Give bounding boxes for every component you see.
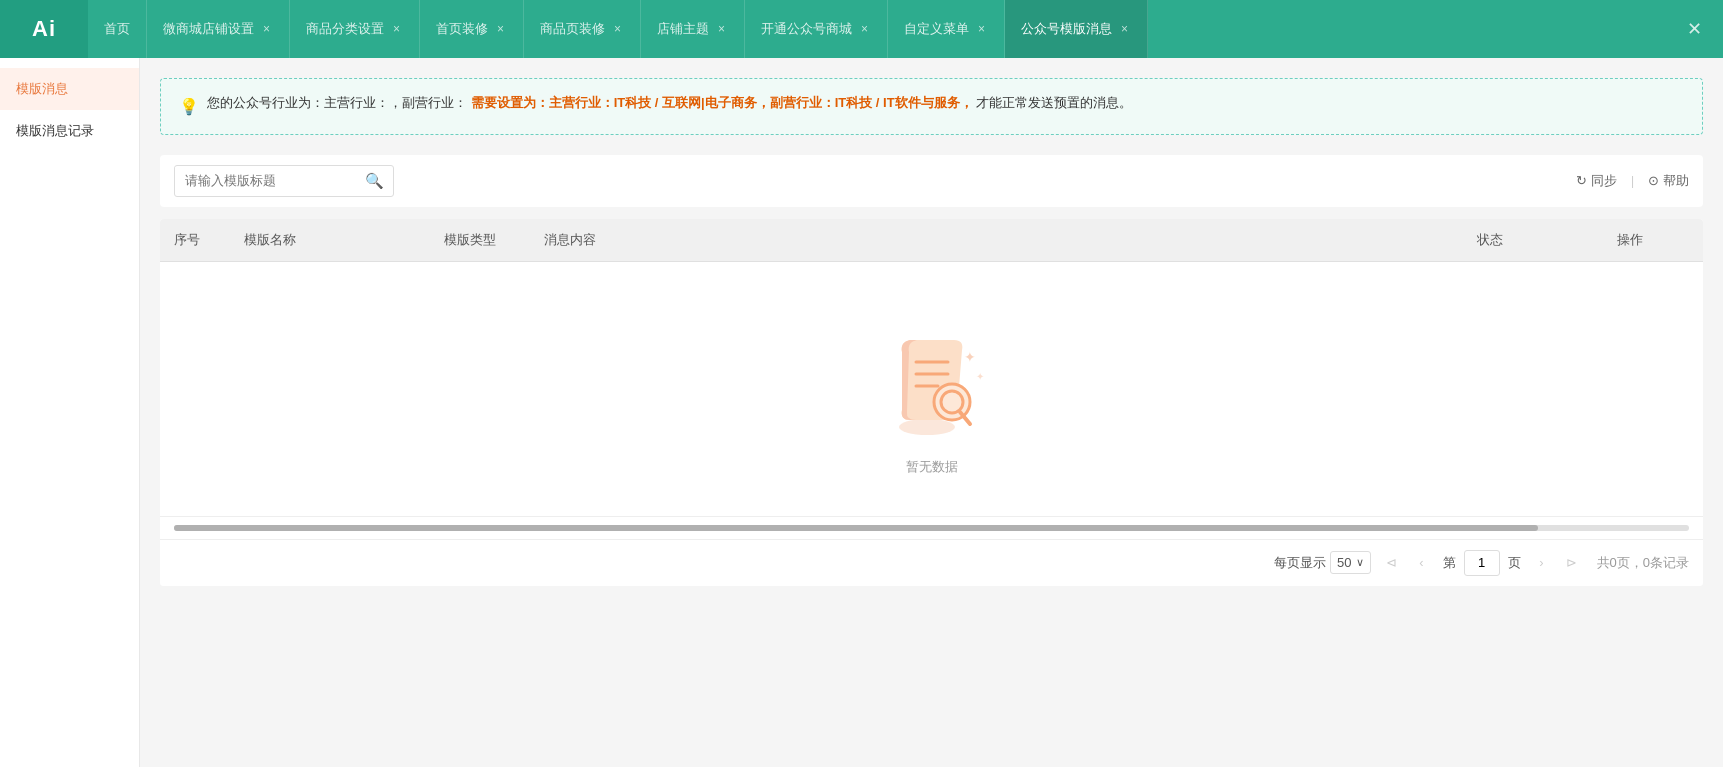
scrollbar-thumb[interactable] bbox=[174, 525, 1538, 531]
page-label-before: 第 bbox=[1443, 554, 1456, 572]
table-header-name: 模版名称 bbox=[230, 219, 430, 262]
nav-tab[interactable]: 开通公众号商城× bbox=[745, 0, 888, 58]
scrollbar-row bbox=[160, 516, 1703, 539]
page-nav: ⊲ ‹ 第 页 › ⊳ 共0页，0条记录 bbox=[1379, 550, 1689, 576]
help-label: 帮助 bbox=[1663, 172, 1689, 190]
notice-text: 您的公众号行业为：主营行业：，副营行业： 需要设置为：主营行业：IT科技 / 互… bbox=[207, 93, 1132, 114]
table-header-seq: 序号 bbox=[160, 219, 230, 262]
main-layout: 模版消息模版消息记录 💡 您的公众号行业为：主营行业：，副营行业： 需要设置为：… bbox=[0, 58, 1723, 767]
nav-tab[interactable]: 首页装修× bbox=[420, 0, 524, 58]
nav-tab[interactable]: 公众号模版消息× bbox=[1005, 0, 1148, 58]
tab-close-icon[interactable]: × bbox=[975, 21, 988, 37]
page-size-value: 50 bbox=[1337, 555, 1351, 570]
page-size-select: 每页显示 50 ∨ bbox=[1274, 551, 1370, 574]
tab-close-icon[interactable]: × bbox=[1118, 21, 1131, 37]
page-total: 共0页，0条记录 bbox=[1597, 554, 1689, 572]
toolbar-actions: ↻ 同步 | ⊙ 帮助 bbox=[1576, 172, 1689, 190]
page-size-dropdown[interactable]: 50 ∨ bbox=[1330, 551, 1370, 574]
scrollbar-track[interactable] bbox=[174, 525, 1689, 531]
page-size-label: 每页显示 bbox=[1274, 554, 1326, 572]
sync-icon: ↻ bbox=[1576, 173, 1587, 188]
table-header-content: 消息内容 bbox=[530, 219, 1463, 262]
tab-close-icon[interactable]: × bbox=[260, 21, 273, 37]
nav-tab[interactable]: 商品页装修× bbox=[524, 0, 641, 58]
content-area: 💡 您的公众号行业为：主营行业：，副营行业： 需要设置为：主营行业：IT科技 /… bbox=[140, 58, 1723, 767]
tab-close-icon[interactable]: × bbox=[390, 21, 403, 37]
last-page-button[interactable]: ⊳ bbox=[1559, 550, 1585, 576]
first-page-button[interactable]: ⊲ bbox=[1379, 550, 1405, 576]
svg-text:✦: ✦ bbox=[964, 349, 976, 365]
toolbar: 🔍 ↻ 同步 | ⊙ 帮助 bbox=[160, 155, 1703, 207]
empty-icon: ✦ ✦ bbox=[872, 322, 992, 442]
data-table: 序号模版名称模版类型消息内容状态操作 bbox=[160, 219, 1703, 516]
sidebar-item[interactable]: 模版消息记录 bbox=[0, 110, 139, 152]
data-table-wrap: 序号模版名称模版类型消息内容状态操作 bbox=[160, 219, 1703, 586]
notice-banner: 💡 您的公众号行业为：主营行业：，副营行业： 需要设置为：主营行业：IT科技 /… bbox=[160, 78, 1703, 135]
empty-text: 暂无数据 bbox=[906, 458, 958, 476]
prev-page-button[interactable]: ‹ bbox=[1409, 550, 1435, 576]
tab-close-icon[interactable]: × bbox=[715, 21, 728, 37]
app-logo: Ai bbox=[0, 0, 88, 58]
top-nav: Ai 首页微商城店铺设置×商品分类设置×首页装修×商品页装修×店铺主题×开通公众… bbox=[0, 0, 1723, 58]
table-header-status: 状态 bbox=[1463, 219, 1603, 262]
page-input[interactable] bbox=[1464, 550, 1500, 576]
nav-tab[interactable]: 微商城店铺设置× bbox=[147, 0, 290, 58]
search-box: 🔍 bbox=[174, 165, 394, 197]
page-label-after: 页 bbox=[1508, 554, 1521, 572]
table-header-type: 模版类型 bbox=[430, 219, 530, 262]
nav-tab[interactable]: 首页 bbox=[88, 0, 147, 58]
search-button[interactable]: 🔍 bbox=[355, 166, 394, 196]
notice-text-highlight: 需要设置为：主营行业：IT科技 / 互联网|电子商务，副营行业：IT科技 / I… bbox=[471, 95, 973, 110]
nav-tabs: 首页微商城店铺设置×商品分类设置×首页装修×商品页装修×店铺主题×开通公众号商城… bbox=[88, 0, 1665, 58]
nav-tab[interactable]: 店铺主题× bbox=[641, 0, 745, 58]
tab-close-icon[interactable]: × bbox=[611, 21, 624, 37]
tab-close-icon[interactable]: × bbox=[494, 21, 507, 37]
table-header-row: 序号模版名称模版类型消息内容状态操作 bbox=[160, 219, 1703, 262]
nav-tab[interactable]: 商品分类设置× bbox=[290, 0, 420, 58]
sync-label: 同步 bbox=[1591, 172, 1617, 190]
empty-state: ✦ ✦ 暂无数据 bbox=[160, 262, 1703, 516]
search-input[interactable] bbox=[175, 167, 355, 194]
divider: | bbox=[1631, 174, 1634, 188]
help-button[interactable]: ⊙ 帮助 bbox=[1648, 172, 1689, 190]
table-header-action: 操作 bbox=[1603, 219, 1703, 262]
tab-close-icon[interactable]: × bbox=[858, 21, 871, 37]
next-page-button[interactable]: › bbox=[1529, 550, 1555, 576]
help-icon: ⊙ bbox=[1648, 173, 1659, 188]
close-all-button[interactable]: ✕ bbox=[1665, 0, 1723, 58]
notice-icon: 💡 bbox=[179, 94, 199, 120]
svg-text:✦: ✦ bbox=[976, 371, 984, 382]
notice-text-before: 您的公众号行业为：主营行业：，副营行业： bbox=[207, 95, 467, 110]
logo-text: Ai bbox=[32, 16, 56, 42]
sync-button[interactable]: ↻ 同步 bbox=[1576, 172, 1617, 190]
chevron-down-icon: ∨ bbox=[1356, 556, 1364, 569]
sidebar: 模版消息模版消息记录 bbox=[0, 58, 140, 767]
pagination: 每页显示 50 ∨ ⊲ ‹ 第 页 › ⊳ 共0页，0条记录 bbox=[160, 539, 1703, 586]
notice-text-after: 才能正常发送预置的消息。 bbox=[976, 95, 1132, 110]
nav-tab[interactable]: 自定义菜单× bbox=[888, 0, 1005, 58]
empty-state-row: ✦ ✦ 暂无数据 bbox=[160, 261, 1703, 516]
svg-point-0 bbox=[899, 419, 955, 435]
sidebar-item[interactable]: 模版消息 bbox=[0, 68, 139, 110]
